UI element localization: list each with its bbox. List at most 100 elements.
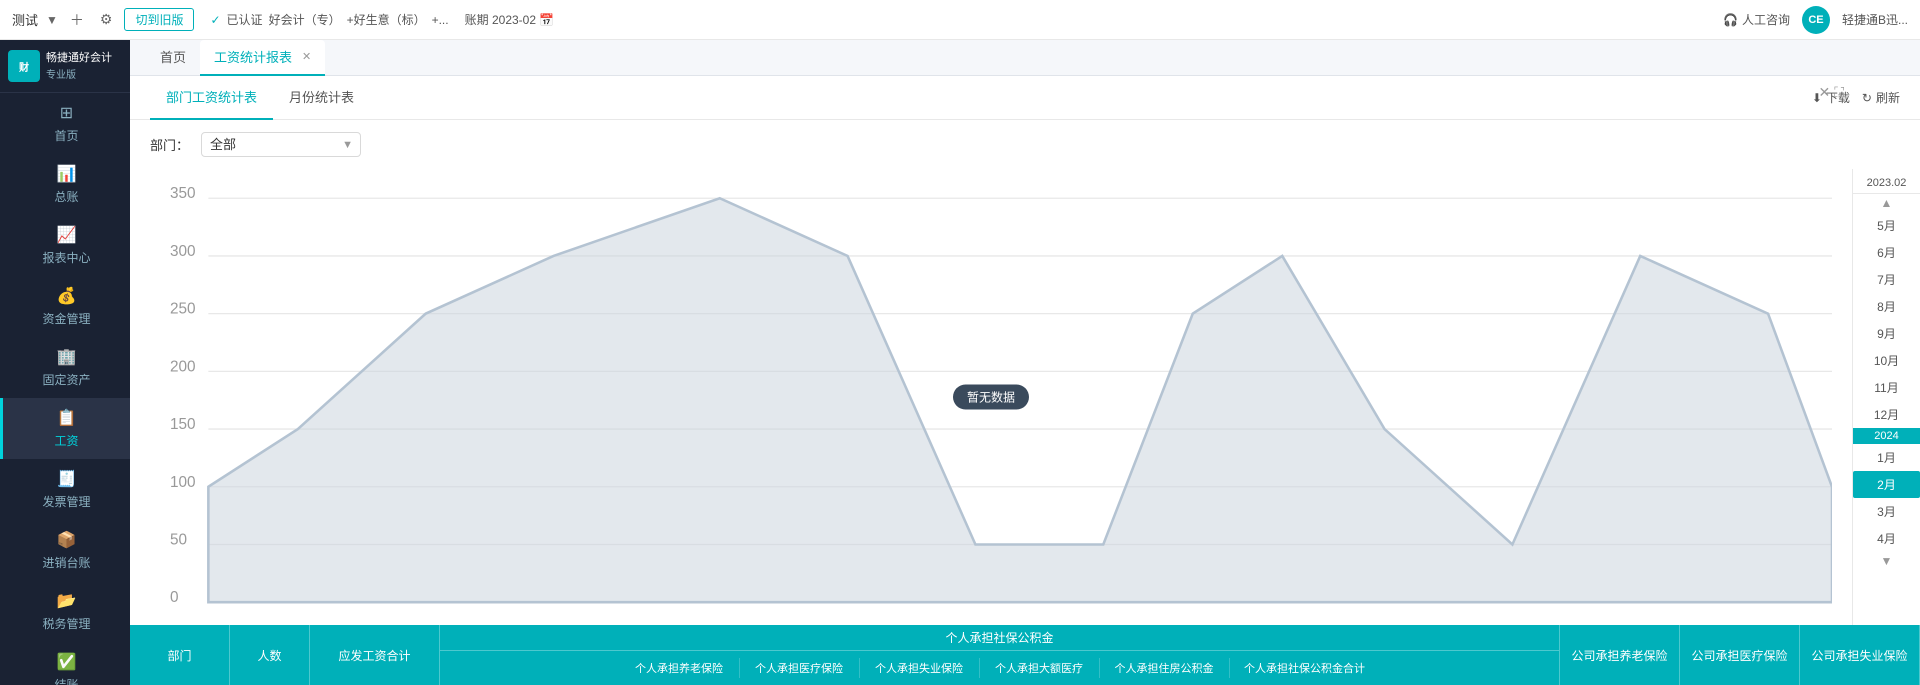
sidebar-item-tax[interactable]: 📂 税务管理 (0, 581, 130, 642)
sidebar-item-ledger[interactable]: 📊 总账 (0, 154, 130, 215)
month-oct-2023[interactable]: 10月 (1853, 347, 1920, 374)
sidebar-item-purchase[interactable]: 📦 进销台账 (0, 520, 130, 581)
avatar: CE (1802, 6, 1830, 34)
company-dropdown-button[interactable]: ▼ (46, 13, 58, 27)
logo-name: 畅捷通好会计 (46, 51, 112, 65)
sub-tab-bar: 部门工资统计表 月份统计表 ⬇ 下载 ↻ 刷新 (130, 76, 1920, 120)
th-group-personal-title: 个人承担社保公积金 (440, 625, 1559, 651)
close-window-button[interactable]: ✕ (1818, 84, 1830, 101)
sidebar-item-label-tax: 税务管理 (42, 615, 90, 632)
month-feb-2024[interactable]: 2月 (1853, 471, 1920, 498)
top-bar: 测试 ▼ ＋ ⚙ 切到旧版 ✓ 已认证 好会计（专） +好生意（标） +... … (0, 0, 1920, 40)
sidebar-item-label-ledger: 总账 (54, 188, 78, 205)
avatar-initials: CE (1808, 14, 1823, 26)
th-department: 部门 (130, 625, 230, 685)
reports-icon: 📈 (57, 225, 77, 245)
table-header: 部门 人数 应发工资合计 个人承担社保公积金 个人承担养老保险 (130, 625, 1920, 685)
tab-close-button[interactable]: ✕ (302, 50, 311, 63)
sidebar-item-salary[interactable]: 📋 工资 (0, 398, 130, 459)
page-content: ✕ ⛶ 部门工资统计表 月份统计表 ⬇ 下载 (130, 76, 1920, 685)
month-jan-2024[interactable]: 1月 (1853, 444, 1920, 471)
company-name: 测试 (12, 10, 38, 29)
th-count: 人数 (230, 625, 310, 685)
home-icon: ⊞ (60, 103, 73, 123)
sidebar-item-funds[interactable]: 💰 资金管理 (0, 276, 130, 337)
tab-salary-report[interactable]: 工资统计报表 ✕ (200, 40, 325, 76)
month-nov-2023[interactable]: 11月 (1853, 374, 1920, 401)
tab-home[interactable]: 首页 (146, 40, 200, 76)
th-group-personal: 个人承担社保公积金 个人承担养老保险 个人承担医疗保险 个人承担失业保险 个人承… (440, 625, 1560, 685)
department-filter-label: 部门： (150, 135, 189, 154)
logo-icon: 财 (8, 50, 40, 82)
sidebar-item-closing[interactable]: ✅ 结账 (0, 642, 130, 685)
th-personal-pension: 个人承担养老保险 (620, 658, 740, 678)
department-select[interactable]: 全部 (201, 132, 361, 157)
th-personal-housing-fund: 个人承担住房公积金 (1100, 658, 1230, 678)
sub-tabs: 部门工资统计表 月份统计表 (150, 76, 370, 120)
sidebar-item-assets[interactable]: 🏢 固定资产 (0, 337, 130, 398)
month-dec-2023[interactable]: 12月 (1853, 401, 1920, 428)
month-jun-2023[interactable]: 6月 (1853, 239, 1920, 266)
svg-text:150: 150 (170, 416, 196, 433)
svg-text:50: 50 (170, 531, 187, 548)
sidebar-item-home[interactable]: ⊞ 首页 (0, 93, 130, 154)
th-personal-medical: 个人承担医疗保险 (740, 658, 860, 678)
settings-icon-button[interactable]: ⚙ (96, 9, 117, 30)
purchase-icon: 📦 (57, 530, 77, 550)
tab-home-label: 首页 (160, 47, 186, 66)
tag-1: 好会计（专） (269, 11, 341, 28)
tag-2: +好生意（标） (347, 11, 426, 28)
year-label: 2023.02 (1853, 173, 1920, 194)
user-name[interactable]: 轻捷通B迅... (1842, 11, 1908, 28)
sidebar-item-label-closing: 结账 (54, 676, 78, 685)
tax-icon: 📂 (57, 591, 77, 611)
year-2024-section[interactable]: 2024 (1853, 428, 1920, 444)
svg-text:200: 200 (170, 358, 196, 375)
month-mar-2024[interactable]: 3月 (1853, 498, 1920, 525)
department-select-wrapper: 全部 ▼ (201, 132, 361, 157)
svg-text:250: 250 (170, 301, 196, 318)
month-apr-2024[interactable]: 4月 (1853, 525, 1920, 552)
sub-tab-department-label: 部门工资统计表 (166, 87, 257, 106)
sub-tab-monthly[interactable]: 月份统计表 (273, 76, 370, 120)
nav-up-button[interactable]: ▲ (1881, 194, 1893, 212)
certified-label: 已认证 (227, 11, 263, 28)
tab-salary-report-label: 工资统计报表 (214, 47, 292, 66)
logo-text: 畅捷通好会计 专业版 (46, 51, 112, 80)
ledger-icon: 📊 (57, 164, 77, 184)
tab-bar: 首页 工资统计报表 ✕ (130, 40, 1920, 76)
period-label: 账期 2023-02 📅 (465, 11, 555, 28)
sidebar-item-label-funds: 资金管理 (42, 310, 90, 327)
sidebar-item-invoice[interactable]: 🧾 发票管理 (0, 459, 130, 520)
invoice-icon: 🧾 (57, 469, 77, 489)
add-icon-button[interactable]: ＋ (66, 8, 88, 32)
month-jul-2023[interactable]: 7月 (1853, 266, 1920, 293)
sidebar-item-label-home: 首页 (54, 127, 78, 144)
month-aug-2023[interactable]: 8月 (1853, 293, 1920, 320)
main-layout: 财 畅捷通好会计 专业版 ⊞ 首页 📊 总账 📈 报表中心 💰 资金管理 🏢 固… (0, 40, 1920, 685)
service-button[interactable]: 🎧 人工咨询 (1723, 11, 1790, 28)
top-bar-left: 测试 ▼ ＋ ⚙ 切到旧版 ✓ 已认证 好会计（专） +好生意（标） +... … (12, 8, 1723, 32)
th-total-salary: 应发工资合计 (310, 625, 440, 685)
status-tags: ✓ 已认证 好会计（专） +好生意（标） +... (210, 11, 448, 28)
refresh-icon: ↻ (1862, 91, 1872, 105)
sub-tab-monthly-label: 月份统计表 (289, 87, 354, 106)
th-personal-major-medical: 个人承担大额医疗 (980, 658, 1100, 678)
th-company-pension: 公司承担养老保险 (1560, 625, 1680, 685)
nav-down-button[interactable]: ▼ (1881, 552, 1893, 570)
salary-icon: 📋 (57, 408, 77, 428)
svg-text:300: 300 (170, 243, 196, 260)
sub-tab-department[interactable]: 部门工资统计表 (150, 76, 273, 120)
switch-button[interactable]: 切到旧版 (124, 8, 194, 31)
month-sep-2023[interactable]: 9月 (1853, 320, 1920, 347)
chart-tooltip: 暂无数据 (953, 385, 1029, 410)
maximize-window-button[interactable]: ⛶ (1834, 84, 1844, 101)
assets-icon: 🏢 (57, 347, 77, 367)
sidebar-item-reports[interactable]: 📈 报表中心 (0, 215, 130, 276)
month-may-2023[interactable]: 5月 (1853, 212, 1920, 239)
chart-and-panel: 0 50 100 150 200 250 300 350 (130, 169, 1920, 625)
certified-icon: ✓ (210, 13, 220, 27)
sidebar-logo: 财 畅捷通好会计 专业版 (0, 40, 130, 93)
refresh-button[interactable]: ↻ 刷新 (1862, 89, 1900, 106)
th-personal-total: 个人承担社保公积金合计 (1230, 658, 1380, 678)
